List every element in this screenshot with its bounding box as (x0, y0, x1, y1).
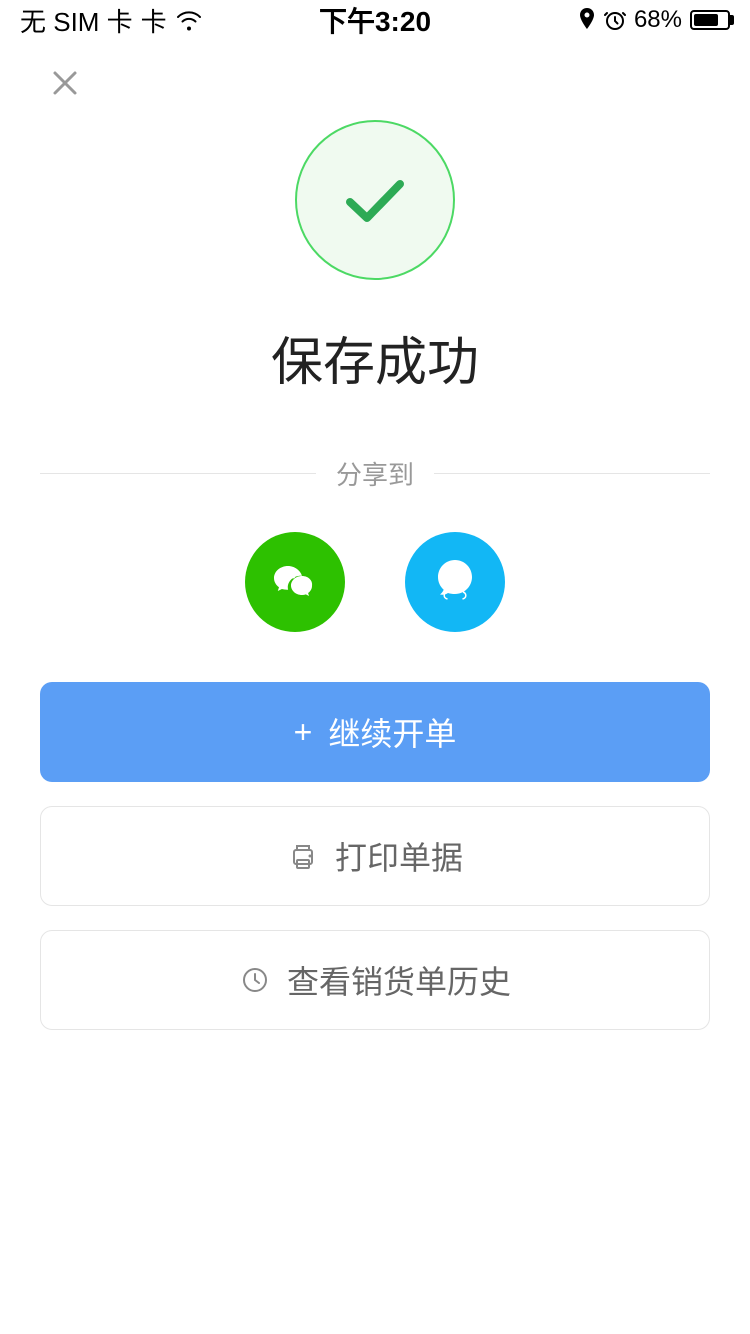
status-left: 无 SIM 卡 卡 (20, 2, 203, 39)
battery-icon (690, 10, 730, 30)
close-button[interactable] (40, 58, 90, 108)
wechat-icon (267, 554, 323, 610)
print-button[interactable]: 打印单据 (40, 806, 710, 906)
share-divider: 分享到 (40, 455, 710, 492)
actions-section: + 继续开单 打印单据 查看销货单历史 (0, 682, 750, 1030)
status-bar: 无 SIM 卡 卡 下午3:20 68% (0, 0, 750, 40)
success-title: 保存成功 (271, 320, 479, 395)
qq-share-button[interactable] (405, 532, 505, 632)
success-icon-circle (295, 120, 455, 280)
main-content: 保存成功 分享到 (0, 40, 750, 1030)
alarm-icon (604, 9, 626, 31)
share-label: 分享到 (336, 455, 414, 492)
printer-icon (287, 840, 319, 872)
history-button[interactable]: 查看销货单历史 (40, 930, 710, 1030)
divider-left (40, 473, 316, 474)
status-time: 下午3:20 (319, 0, 431, 40)
divider-right (434, 473, 710, 474)
checkmark-icon (335, 160, 415, 240)
status-right: 68% (578, 6, 730, 34)
battery-percentage: 68% (634, 6, 682, 34)
history-label: 查看销货单历史 (287, 957, 511, 1003)
continue-button[interactable]: + 继续开单 (40, 682, 710, 782)
sim-icon: 卡 (141, 2, 167, 39)
wechat-share-button[interactable] (245, 532, 345, 632)
wifi-icon (175, 9, 203, 31)
location-icon (578, 8, 596, 32)
history-icon (239, 964, 271, 996)
share-section: 分享到 (0, 455, 750, 632)
qq-icon (427, 554, 483, 610)
carrier-text: 无 SIM 卡 (20, 2, 133, 39)
share-icons (40, 532, 710, 632)
continue-label: 继续开单 (328, 709, 456, 755)
plus-icon: + (294, 714, 313, 751)
print-label: 打印单据 (335, 833, 463, 879)
